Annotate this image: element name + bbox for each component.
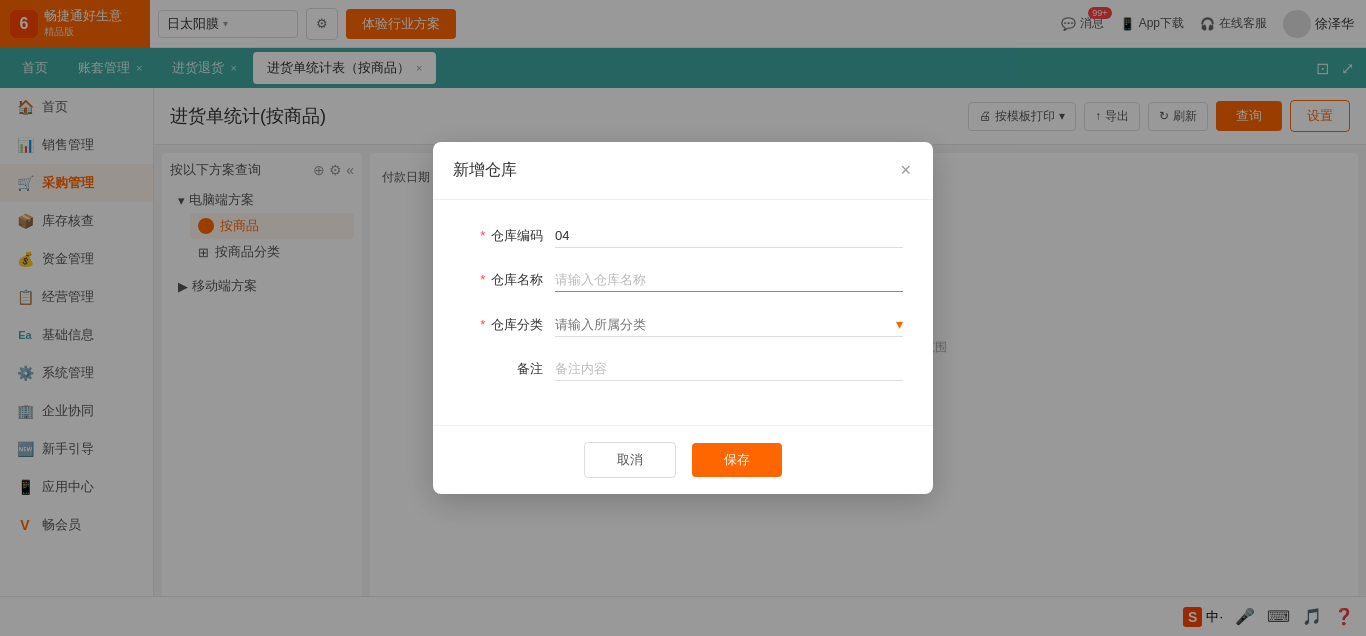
modal-title: 新增仓库	[453, 160, 517, 181]
name-input[interactable]	[555, 268, 903, 292]
modal-body: * 仓库编码 * 仓库名称 * 仓库分类 ▾	[433, 200, 933, 425]
form-row-note: 备注	[463, 357, 903, 381]
form-row-category: * 仓库分类 ▾	[463, 312, 903, 337]
name-label: * 仓库名称	[463, 271, 543, 289]
code-input[interactable]	[555, 224, 903, 248]
modal-overlay[interactable]: 新增仓库 × * 仓库编码 * 仓库名称 *	[0, 0, 1366, 636]
code-label: * 仓库编码	[463, 227, 543, 245]
category-select-wrapper[interactable]: ▾	[555, 312, 903, 337]
note-input[interactable]	[555, 357, 903, 381]
modal-close-button[interactable]: ×	[898, 158, 913, 183]
save-button[interactable]: 保存	[692, 443, 782, 477]
modal-header: 新增仓库 ×	[433, 142, 933, 200]
add-warehouse-modal: 新增仓库 × * 仓库编码 * 仓库名称 *	[433, 142, 933, 494]
category-input[interactable]	[555, 317, 896, 332]
category-label: * 仓库分类	[463, 316, 543, 334]
note-label: 备注	[463, 360, 543, 378]
modal-footer: 取消 保存	[433, 425, 933, 494]
cancel-button[interactable]: 取消	[584, 442, 676, 478]
form-row-name: * 仓库名称	[463, 268, 903, 292]
category-chevron-icon: ▾	[896, 316, 903, 332]
form-row-code: * 仓库编码	[463, 224, 903, 248]
